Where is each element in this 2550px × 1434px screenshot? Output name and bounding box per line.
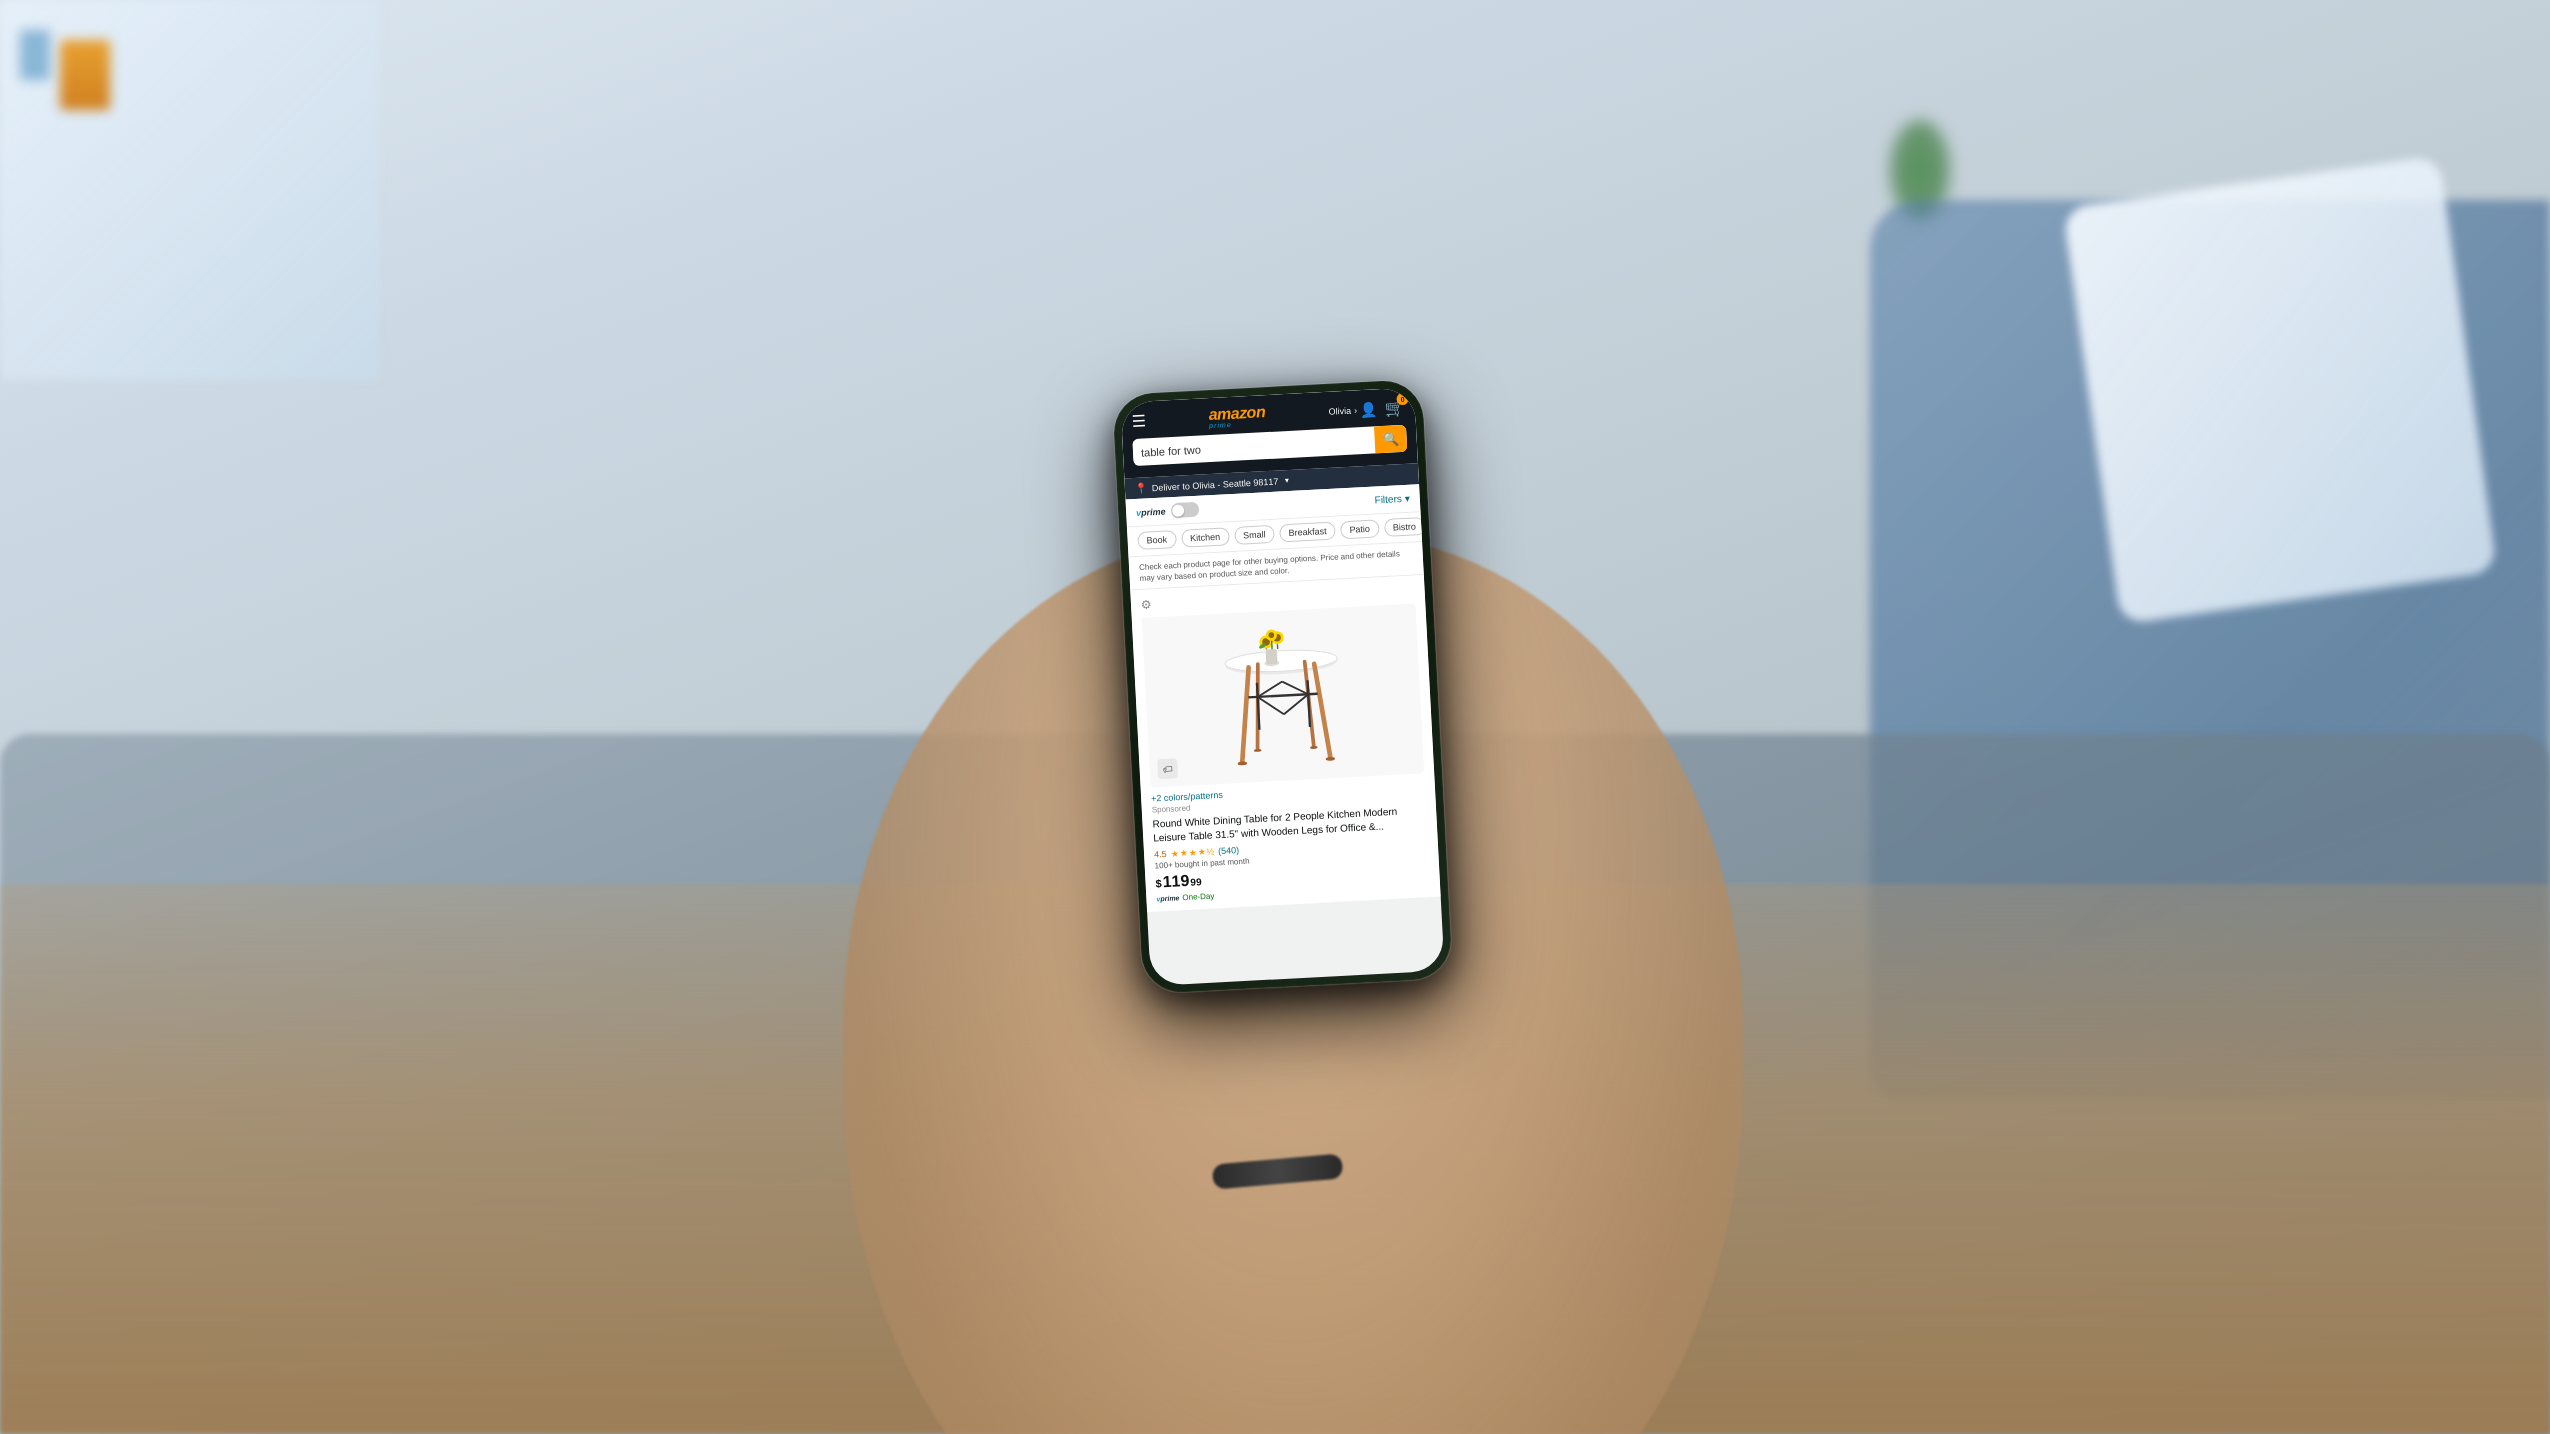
delivery-speed-text: One-Day — [1182, 892, 1214, 903]
search-input[interactable] — [1132, 428, 1375, 465]
svg-line-22 — [1282, 681, 1308, 696]
star-1: ★ — [1170, 849, 1179, 859]
product-sticker-icon: 🏷 — [1157, 759, 1178, 780]
svg-line-14 — [1237, 668, 1253, 762]
chip-patio[interactable]: Patio — [1340, 519, 1379, 539]
prime-logo-small: vprime — [1136, 506, 1166, 518]
phone-bezel: ☰ amazon prime Olivia › 👤 — [1112, 379, 1453, 994]
star-half: ½ — [1206, 847, 1214, 857]
nav-right-area: Olivia › 👤 🛒 0 — [1328, 398, 1405, 421]
delivery-text: Deliver to Olivia - Seattle 98117 — [1152, 476, 1279, 493]
star-3: ★ — [1188, 848, 1197, 858]
star-rating: ★ ★ ★ ★ ½ — [1170, 847, 1214, 859]
search-bar[interactable]: 🔍 — [1132, 425, 1407, 466]
shelf-item-blue — [20, 30, 50, 80]
shelf-item-yellow — [60, 40, 110, 110]
amazon-prime-label: prime — [1209, 421, 1232, 429]
svg-line-24 — [1283, 695, 1309, 715]
svg-point-25 — [1238, 762, 1248, 766]
svg-line-20 — [1308, 681, 1310, 728]
chip-small[interactable]: Small — [1234, 525, 1275, 545]
review-count[interactable]: (540) — [1218, 845, 1240, 856]
chip-bistro[interactable]: Bistro — [1383, 517, 1422, 537]
rating-number: 4.5 — [1154, 849, 1167, 860]
prime-p-small: prime — [1160, 895, 1179, 903]
svg-point-1 — [1224, 648, 1337, 674]
phone: ☰ amazon prime Olivia › 👤 — [1112, 380, 1438, 995]
hamburger-menu-icon[interactable]: ☰ — [1131, 413, 1146, 430]
user-account-area[interactable]: Olivia › 👤 — [1328, 401, 1377, 420]
price-whole: 119 — [1162, 872, 1190, 891]
product-listing[interactable]: ⚙ — [1130, 575, 1440, 912]
prime-toggle-switch[interactable] — [1170, 502, 1199, 518]
chip-kitchen[interactable]: Kitchen — [1181, 527, 1230, 547]
prime-text: prime — [1141, 506, 1166, 517]
svg-point-27 — [1254, 749, 1262, 752]
amazon-logo: amazon prime — [1208, 403, 1266, 429]
cart-button[interactable]: 🛒 0 — [1385, 398, 1406, 418]
toggle-knob — [1172, 504, 1185, 517]
svg-point-28 — [1310, 746, 1318, 749]
price-cents: 99 — [1190, 876, 1202, 888]
user-arrow: › — [1354, 405, 1358, 415]
location-icon: 📍 — [1135, 482, 1148, 494]
svg-rect-3 — [1266, 649, 1278, 665]
account-icon: 👤 — [1360, 401, 1378, 418]
user-name: Olivia — [1328, 405, 1351, 416]
phone-screen: ☰ amazon prime Olivia › 👤 — [1120, 387, 1444, 986]
svg-line-23 — [1258, 696, 1284, 716]
search-button[interactable]: 🔍 — [1374, 425, 1407, 454]
product-image-container: 🏷 — [1142, 604, 1425, 788]
cart-badge: 0 — [1396, 393, 1409, 406]
product-image — [1214, 618, 1352, 775]
svg-line-21 — [1257, 682, 1283, 697]
shelf-area — [0, 0, 380, 380]
search-icon: 🔍 — [1382, 431, 1399, 447]
chip-breakfast[interactable]: Breakfast — [1279, 522, 1336, 543]
price-dollar-sign: $ — [1155, 878, 1162, 890]
star-2: ★ — [1179, 848, 1188, 858]
prime-badge-small: vprime — [1156, 895, 1179, 903]
svg-line-15 — [1314, 664, 1330, 758]
filters-arrow-icon: ▾ — [1405, 493, 1411, 504]
filters-button[interactable]: Filters ▾ — [1374, 493, 1410, 506]
chip-book[interactable]: Book — [1137, 530, 1176, 550]
delivery-arrow-icon: ▾ — [1285, 476, 1289, 485]
filters-label: Filters — [1374, 493, 1402, 505]
prime-toggle-area[interactable]: vprime — [1136, 502, 1199, 520]
svg-point-26 — [1326, 757, 1336, 761]
pillow — [2063, 156, 2498, 625]
star-4: ★ — [1197, 847, 1206, 857]
